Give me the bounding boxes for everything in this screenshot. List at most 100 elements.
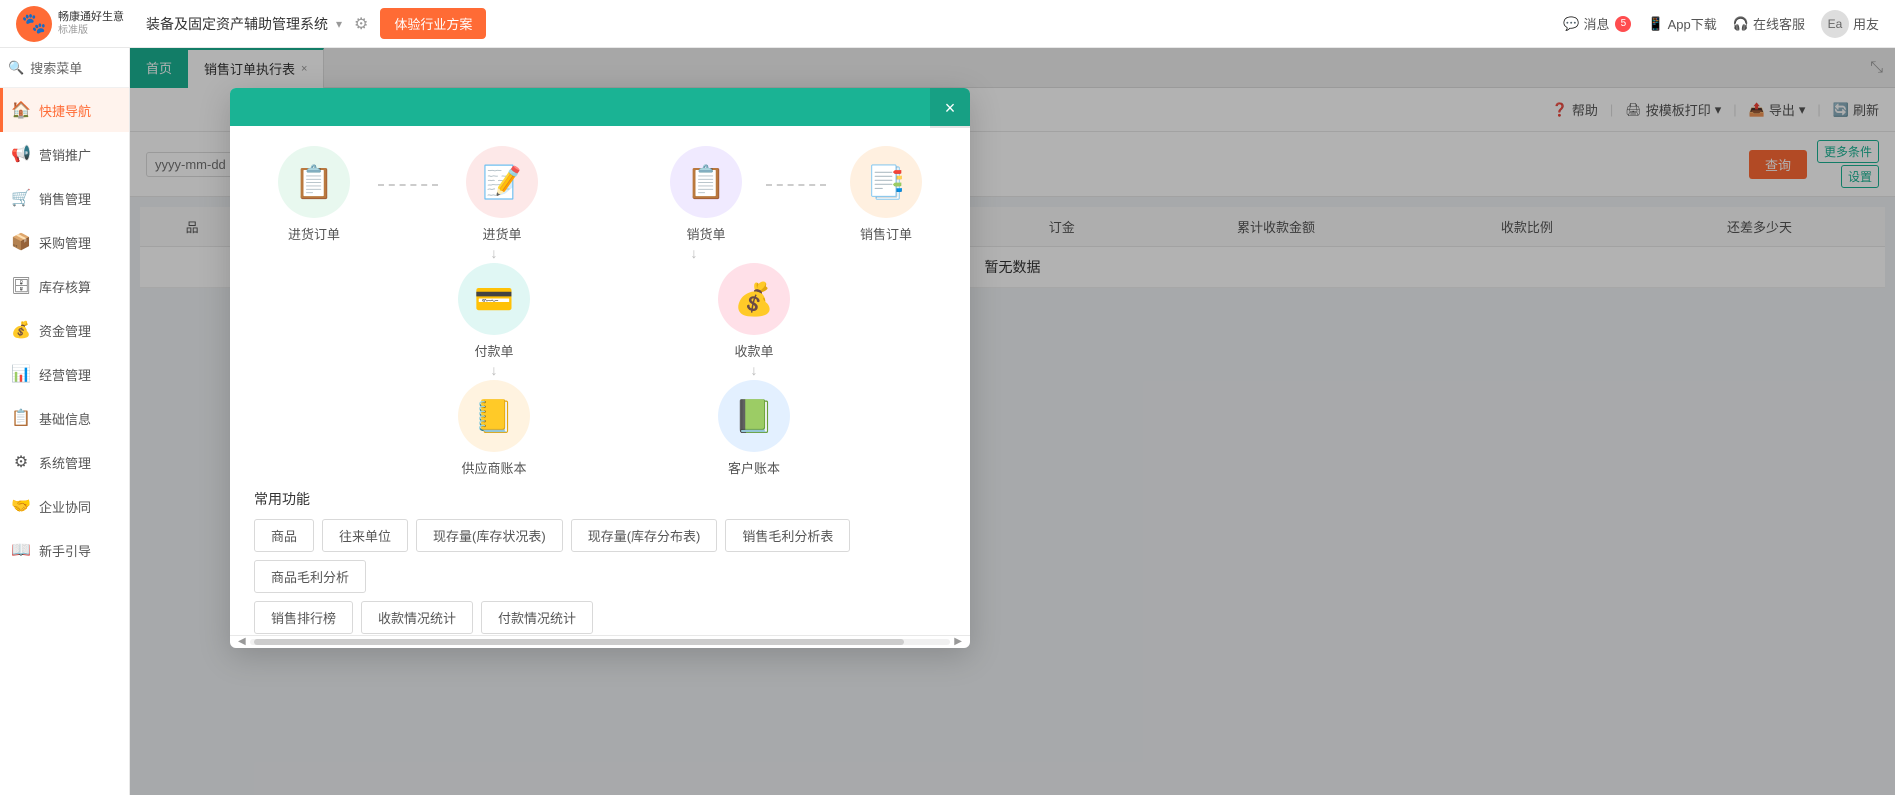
phone-icon: 📱 xyxy=(1647,16,1663,32)
logo-icon: 🐾 xyxy=(16,6,52,42)
modal-overlay: × 📋 进货订单 xyxy=(130,48,1895,795)
common-functions: 常用功能 商品 往来单位 现存量(库存状况表) 现存量(库存分布表) 销售毛利分… xyxy=(254,477,946,635)
arrow-down-sales-invoice: ↓ xyxy=(634,243,754,263)
common-functions-title: 常用功能 xyxy=(254,489,946,509)
system-title: 装备及固定资产辅助管理系统 ▾ ⚙ 体验行业方案 xyxy=(146,8,1563,39)
book-icon: 📖 xyxy=(11,540,31,560)
purchase-receipt-circle: 📝 xyxy=(466,146,538,218)
clipboard-icon: 📋 xyxy=(11,408,31,428)
sidebar-label-purchase: 采购管理 xyxy=(39,233,91,252)
scrollbar-thumb xyxy=(254,639,904,645)
sidebar-item-guide[interactable]: 📖 新手引导 xyxy=(0,528,129,572)
logo-line1: 畅康通好生意 xyxy=(58,10,124,24)
sidebar-label-finance: 资金管理 xyxy=(39,321,91,340)
sidebar-label-sales: 销售管理 xyxy=(39,189,91,208)
logo-text: 畅康通好生意 标准版 xyxy=(58,10,124,37)
search-label: 搜索菜单 xyxy=(30,58,82,77)
avatar-text: Ea xyxy=(1828,17,1843,31)
wf-node-purchase-order[interactable]: 📋 进货订单 xyxy=(254,146,374,243)
chart-icon: 📊 xyxy=(11,364,31,384)
sidebar-item-sales[interactable]: 🛒 销售管理 xyxy=(0,176,129,220)
sidebar-label-system: 系统管理 xyxy=(39,453,91,472)
sidebar-label-basic-info: 基础信息 xyxy=(39,409,91,428)
gear-icon: ⚙ xyxy=(11,452,31,472)
payment-label: 付款单 xyxy=(474,341,513,360)
sidebar-item-system[interactable]: ⚙ 系统管理 xyxy=(0,440,129,484)
scroll-left-arrow[interactable]: ◀ xyxy=(234,636,250,647)
wf-node-sales-order[interactable]: 📑 销售订单 xyxy=(826,146,946,243)
try-btn[interactable]: 体验行业方案 xyxy=(380,8,486,39)
receipt-circle: 💰 xyxy=(718,263,790,335)
inventory-icon: 🗄 xyxy=(11,276,31,296)
customer-ledger-circle: 📗 xyxy=(718,380,790,452)
sidebar-item-purchase[interactable]: 📦 采购管理 xyxy=(0,220,129,264)
customer-ledger-label: 客户账本 xyxy=(728,458,780,477)
wf-node-payment[interactable]: 💳 付款单 xyxy=(434,263,554,360)
avatar: Ea xyxy=(1821,10,1849,38)
message-label: 消息 xyxy=(1583,14,1609,33)
modal-scrollbar[interactable]: ◀ ▶ xyxy=(230,635,970,648)
sidebar-search[interactable]: 🔍 搜索菜单 xyxy=(0,48,129,88)
arrow-down-receipt: ↓ xyxy=(694,360,814,380)
user-name: 用友 xyxy=(1853,14,1879,33)
sidebar-item-basic-info[interactable]: 📋 基础信息 xyxy=(0,396,129,440)
handshake-icon: 🤝 xyxy=(11,496,31,516)
function-buttons-row2: 销售排行榜 收款情况统计 付款情况统计 xyxy=(254,601,946,634)
purchase-receipt-label: 进货单 xyxy=(482,224,521,243)
system-name: 装备及固定资产辅助管理系统 xyxy=(146,14,328,34)
workflow-modal: × 📋 进货订单 xyxy=(230,88,970,648)
headset-icon: 🎧 xyxy=(1733,16,1749,32)
settings-icon[interactable]: ⚙ xyxy=(354,14,368,34)
func-btn-current-stock-status[interactable]: 现存量(库存状况表) xyxy=(416,519,563,552)
func-btn-trading-unit[interactable]: 往来单位 xyxy=(322,519,408,552)
sales-invoice-circle: 📋 xyxy=(670,146,742,218)
modal-content: 📋 进货订单 📝 进货单 xyxy=(230,126,970,635)
sales-invoice-label: 销货单 xyxy=(686,224,725,243)
system-dropdown-arrow[interactable]: ▾ xyxy=(336,17,342,31)
payment-circle: 💳 xyxy=(458,263,530,335)
sidebar: 🔍 搜索菜单 🏠 快捷导航 📢 营销推广 🛒 销售管理 📦 采购管理 🗄 xyxy=(0,48,130,795)
logo-area: 🐾 畅康通好生意 标准版 xyxy=(16,6,146,42)
sidebar-item-marketing[interactable]: 📢 营销推广 xyxy=(0,132,129,176)
money-icon: 💰 xyxy=(11,320,31,340)
supplier-ledger-label: 供应商账本 xyxy=(461,458,526,477)
func-btn-sales-profit-analysis[interactable]: 销售毛利分析表 xyxy=(725,519,850,552)
receipt-label: 收款单 xyxy=(734,341,773,360)
app-download-label: App下载 xyxy=(1668,14,1717,33)
func-btn-product[interactable]: 商品 xyxy=(254,519,314,552)
app-download-item[interactable]: 📱 App下载 xyxy=(1647,14,1716,33)
wf-node-supplier-ledger[interactable]: 📒 供应商账本 xyxy=(434,380,554,477)
sidebar-item-operations[interactable]: 📊 经营管理 xyxy=(0,352,129,396)
sidebar-item-finance[interactable]: 💰 资金管理 xyxy=(0,308,129,352)
modal-header: × xyxy=(230,88,970,126)
sidebar-label-enterprise: 企业协同 xyxy=(39,497,91,516)
sidebar-label-marketing: 营销推广 xyxy=(39,145,91,164)
wf-node-customer-ledger[interactable]: 📗 客户账本 xyxy=(694,380,814,477)
wf-node-sales-invoice[interactable]: 📋 销货单 xyxy=(646,146,766,243)
supplier-ledger-circle: 📒 xyxy=(458,380,530,452)
function-buttons: 商品 往来单位 现存量(库存状况表) 现存量(库存分布表) 销售毛利分析表 商品… xyxy=(254,519,946,593)
modal-close-btn[interactable]: × xyxy=(930,88,970,128)
func-btn-sales-ranking[interactable]: 销售排行榜 xyxy=(254,601,353,634)
message-badge: 5 xyxy=(1615,16,1631,32)
search-icon: 🔍 xyxy=(8,60,24,76)
online-service-item[interactable]: 🎧 在线客服 xyxy=(1733,14,1805,33)
cart-icon: 🛒 xyxy=(11,188,31,208)
func-btn-payment-stats[interactable]: 付款情况统计 xyxy=(481,601,593,634)
scroll-right-arrow[interactable]: ▶ xyxy=(950,636,966,647)
sidebar-item-quick-nav[interactable]: 🏠 快捷导航 xyxy=(0,88,129,132)
purchase-order-label: 进货订单 xyxy=(288,224,340,243)
func-btn-receipt-stats[interactable]: 收款情况统计 xyxy=(361,601,473,634)
user-item[interactable]: Ea 用友 xyxy=(1821,10,1879,38)
wf-node-receipt[interactable]: 💰 收款单 xyxy=(694,263,814,360)
sales-order-label: 销售订单 xyxy=(860,224,912,243)
message-item[interactable]: 💬 消息 5 xyxy=(1563,14,1631,33)
online-service-label: 在线客服 xyxy=(1753,14,1805,33)
top-right: 💬 消息 5 📱 App下载 🎧 在线客服 Ea 用友 xyxy=(1563,10,1879,38)
wf-node-purchase-receipt[interactable]: 📝 进货单 xyxy=(442,146,562,243)
func-btn-product-profit-analysis[interactable]: 商品毛利分析 xyxy=(254,560,366,593)
func-btn-current-stock-dist[interactable]: 现存量(库存分布表) xyxy=(571,519,718,552)
sidebar-item-inventory[interactable]: 🗄 库存核算 xyxy=(0,264,129,308)
sidebar-item-enterprise[interactable]: 🤝 企业协同 xyxy=(0,484,129,528)
message-icon: 💬 xyxy=(1563,16,1579,32)
